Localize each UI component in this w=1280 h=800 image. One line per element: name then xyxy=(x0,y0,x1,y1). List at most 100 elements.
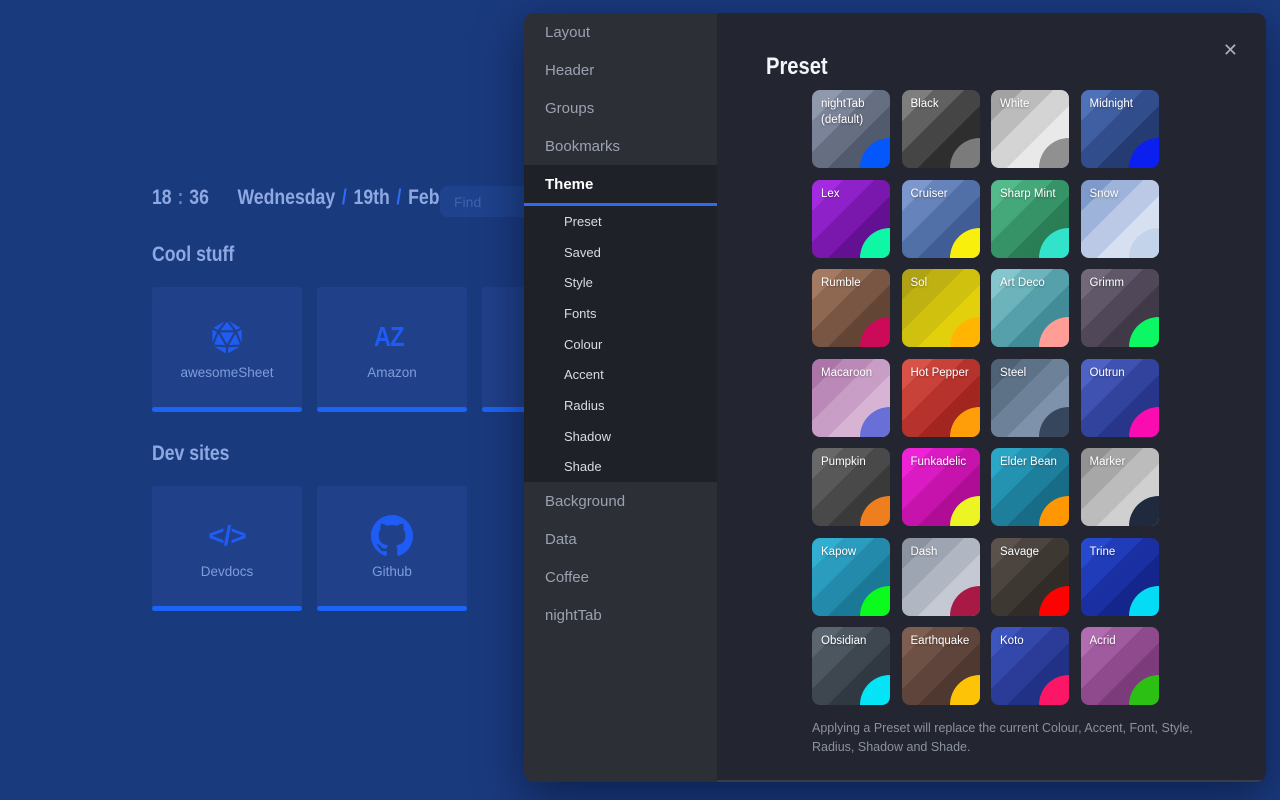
bookmark-card-devdocs[interactable]: </> Devdocs xyxy=(152,486,302,611)
settings-sidebar: Layout Header Groups Bookmarks Theme Preset Sa… xyxy=(524,13,717,782)
preset-name: Dash xyxy=(910,545,938,558)
preset-accent-swatch xyxy=(860,138,890,168)
preset-swatch-rumble[interactable]: Rumble xyxy=(812,269,890,347)
preset-swatch-macaroon[interactable]: Macaroon xyxy=(812,358,890,437)
preset-accent-swatch xyxy=(949,496,980,526)
date-day: 19th xyxy=(353,186,390,209)
menu-item-data[interactable]: Data xyxy=(524,520,717,558)
menu-item-header[interactable]: Header xyxy=(524,51,717,89)
preset-swatch-funkadelic[interactable]: Funkadelic xyxy=(901,448,980,526)
preset-swatch-outrun[interactable]: Outrun xyxy=(1080,358,1159,437)
preset-name: Koto xyxy=(1000,635,1024,647)
preset-swatch-sharp-mint[interactable]: Sharp Mint xyxy=(991,179,1069,258)
bookmark-accent-bar xyxy=(317,407,467,412)
preset-swatch-nighttab-default[interactable]: nightTab (default) xyxy=(812,90,890,168)
preset-swatch-midnight[interactable]: Midnight xyxy=(1080,90,1159,168)
settings-content: Preset ✕ nightTab (default) Black White Mid… xyxy=(717,13,1266,782)
preset-name: nightTab (default) xyxy=(821,98,865,127)
preset-swatch-white[interactable]: White xyxy=(991,90,1069,168)
preset-name: Pumpkin xyxy=(821,456,866,468)
preset-swatch-dash[interactable]: Dash xyxy=(901,537,980,616)
preset-swatch-steel[interactable]: Steel xyxy=(991,358,1069,437)
preset-swatch-elder-bean[interactable]: Elder Bean xyxy=(991,448,1069,526)
clock: 18 : 36 Wednesday / 19th / February xyxy=(152,186,484,210)
code-icon: </> xyxy=(208,520,246,551)
preset-name: Marker xyxy=(1089,456,1126,468)
submenu-item-preset[interactable]: Preset xyxy=(524,206,717,237)
preset-name: Steel xyxy=(1000,366,1027,379)
preset-name: Outrun xyxy=(1089,366,1125,379)
bookmark-label: Amazon xyxy=(367,365,417,380)
preset-accent-swatch xyxy=(1128,585,1159,616)
preset-swatch-snow[interactable]: Snow xyxy=(1080,179,1159,258)
preset-accent-swatch xyxy=(860,675,890,705)
preset-accent-swatch xyxy=(860,496,890,526)
submenu-item-shadow[interactable]: Shadow xyxy=(524,421,717,452)
preset-swatch-kapow[interactable]: Kapow xyxy=(812,537,890,616)
bookmark-card-amazon[interactable]: AZ Amazon xyxy=(317,287,467,412)
letters-icon: AZ xyxy=(374,321,405,352)
preset-accent-swatch xyxy=(1128,496,1159,526)
preset-name: Acrid xyxy=(1089,635,1116,647)
menu-item-groups[interactable]: Groups xyxy=(524,89,717,127)
preset-swatch-trine[interactable]: Trine xyxy=(1080,537,1159,616)
github-icon xyxy=(371,514,413,558)
preset-swatch-savage[interactable]: Savage xyxy=(991,537,1069,616)
menu-item-background[interactable]: Background xyxy=(524,482,717,520)
preset-name: Kapow xyxy=(821,545,857,558)
menu-item-bookmarks[interactable]: Bookmarks xyxy=(524,127,717,165)
bookmark-accent-bar xyxy=(152,606,302,611)
preset-swatch-grimm[interactable]: Grimm xyxy=(1080,269,1159,347)
preset-accent-swatch xyxy=(1128,406,1159,437)
submenu-item-colour[interactable]: Colour xyxy=(524,329,717,360)
preset-swatch-obsidian[interactable]: Obsidian xyxy=(812,627,890,705)
preset-swatch-lex[interactable]: Lex xyxy=(812,179,890,258)
bookmark-label: Devdocs xyxy=(200,564,254,579)
preset-name: Grimm xyxy=(1089,277,1125,289)
preset-accent-swatch xyxy=(949,317,980,347)
close-icon[interactable]: ✕ xyxy=(1219,37,1242,63)
menu-item-layout[interactable]: Layout xyxy=(524,13,717,51)
menu-item-theme[interactable]: Theme xyxy=(524,165,717,203)
preset-accent-swatch xyxy=(1128,227,1159,258)
preset-grid: nightTab (default) Black White Midnight Lex C… xyxy=(812,90,1159,705)
preset-swatch-marker[interactable]: Marker xyxy=(1080,448,1159,526)
bookmark-card-awesomesheet[interactable]: awesomeSheet xyxy=(152,287,302,412)
preset-name: Earthquake xyxy=(910,635,970,647)
bookmark-label: awesomeSheet xyxy=(180,365,274,380)
submenu-item-style[interactable]: Style xyxy=(524,267,717,298)
preset-swatch-pumpkin[interactable]: Pumpkin xyxy=(812,448,890,526)
preset-accent-swatch xyxy=(1039,227,1069,258)
preset-swatch-black[interactable]: Black xyxy=(901,90,980,168)
bookmark-card-github[interactable]: Github xyxy=(317,486,467,611)
preset-swatch-acrid[interactable]: Acrid xyxy=(1080,627,1159,705)
preset-swatch-cruiser[interactable]: Cruiser xyxy=(901,179,980,258)
submenu-item-accent[interactable]: Accent xyxy=(524,359,717,390)
preset-swatch-hot-pepper[interactable]: Hot Pepper xyxy=(901,358,980,437)
preset-swatch-earthquake[interactable]: Earthquake xyxy=(901,627,980,705)
bookmark-accent-bar xyxy=(317,606,467,611)
preset-accent-swatch xyxy=(949,585,980,616)
menu-item-nighttab[interactable]: nightTab xyxy=(524,596,717,634)
preset-swatch-art-deco[interactable]: Art Deco xyxy=(991,269,1069,347)
preset-name: Cruiser xyxy=(910,187,948,200)
preset-accent-swatch xyxy=(860,585,890,616)
preset-accent-swatch xyxy=(860,406,890,437)
bookmark-accent-bar xyxy=(152,407,302,412)
preset-name: Obsidian xyxy=(821,635,867,647)
submenu-item-saved[interactable]: Saved xyxy=(524,237,717,268)
preset-swatch-koto[interactable]: Koto xyxy=(991,627,1069,705)
clock-colon: : xyxy=(177,186,184,209)
preset-accent-swatch xyxy=(1128,675,1159,705)
submenu-item-shade[interactable]: Shade xyxy=(524,452,717,483)
preset-name: Black xyxy=(910,98,939,110)
menu-item-coffee[interactable]: Coffee xyxy=(524,558,717,596)
preset-accent-swatch xyxy=(949,675,980,705)
clock-hours: 18 xyxy=(152,186,172,209)
preset-name: Lex xyxy=(821,187,840,200)
submenu-item-radius[interactable]: Radius xyxy=(524,390,717,421)
preset-swatch-sol[interactable]: Sol xyxy=(901,269,980,347)
date-weekday: Wednesday xyxy=(237,186,336,209)
horizontal-scrollbar[interactable] xyxy=(717,780,1266,782)
submenu-item-fonts[interactable]: Fonts xyxy=(524,298,717,329)
